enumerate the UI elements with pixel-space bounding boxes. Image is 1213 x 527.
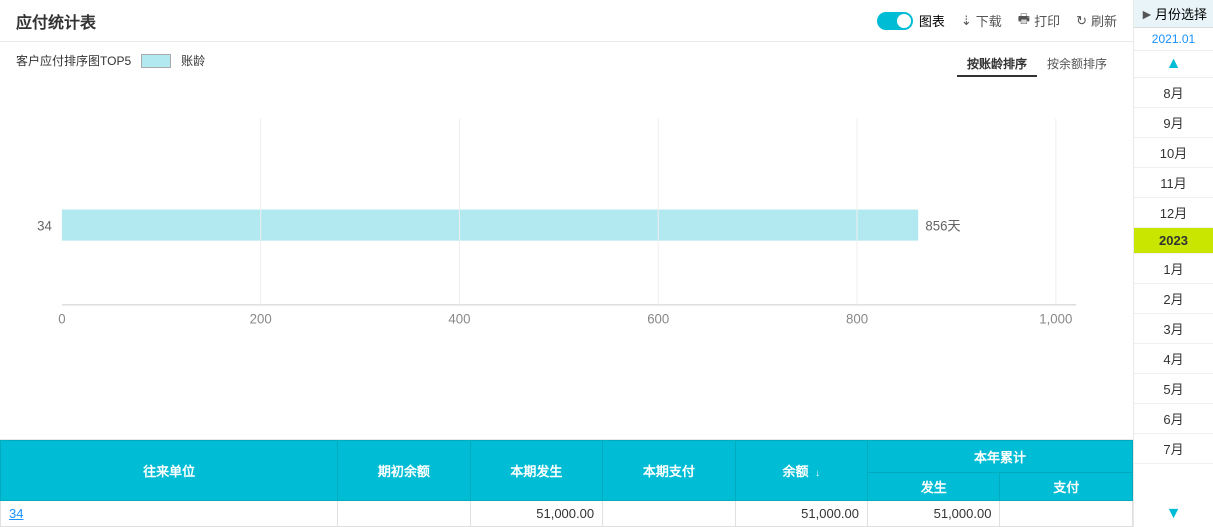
sidebar-month-jun[interactable]: 6月 xyxy=(1134,404,1213,434)
scroll-up-button[interactable]: ▲ xyxy=(1134,51,1213,78)
chart-container: 34 856天 0 200 400 600 800 1,000 xyxy=(16,77,1117,367)
svg-text:1,000: 1,000 xyxy=(1039,311,1072,326)
col-fasheng: 本期发生 xyxy=(470,441,602,501)
cell-zhifu xyxy=(603,501,735,527)
cell-unit[interactable]: 34 xyxy=(1,501,338,527)
print-button[interactable]: 🖶 打印 xyxy=(1018,10,1060,32)
cell-fasheng: 51,000.00 xyxy=(470,501,602,527)
sort-by-balance-button[interactable]: 按余额排序 xyxy=(1037,52,1117,77)
col-zhifu: 本期支付 xyxy=(603,441,735,501)
sidebar-month-feb[interactable]: 2月 xyxy=(1134,284,1213,314)
cell-qichu xyxy=(338,501,470,527)
chart-area: 客户应付排序图TOP5 账龄 按账龄排序 按余额排序 34 856天 0 200… xyxy=(0,42,1133,440)
sidebar-date[interactable]: 2021.01 xyxy=(1134,28,1213,51)
cell-nian-fasheng: 51,000.00 xyxy=(868,501,1000,527)
header: 应付统计表 图表 ⇣ 下载 🖶 打印 ↻ 刷新 xyxy=(0,0,1133,42)
legend-label: 客户应付排序图TOP5 xyxy=(16,52,131,69)
sidebar-month-sep[interactable]: 9月 xyxy=(1134,108,1213,138)
chart-svg: 34 856天 0 200 400 600 800 1,000 xyxy=(16,77,1117,367)
legend-box xyxy=(141,54,171,68)
svg-text:800: 800 xyxy=(846,311,868,326)
page-title: 应付统计表 xyxy=(16,9,96,33)
sidebar-month-apr[interactable]: 4月 xyxy=(1134,344,1213,374)
svg-text:34: 34 xyxy=(37,218,52,233)
stats-table: 往来单位 期初余额 本期发生 本期支付 余额 ↓ 本年累计 发生 支付 xyxy=(0,440,1133,527)
download-icon: ⇣ xyxy=(961,13,972,29)
svg-text:600: 600 xyxy=(647,311,669,326)
sort-icon: ↓ xyxy=(815,468,820,479)
sidebar-month-mar[interactable]: 3月 xyxy=(1134,314,1213,344)
svg-text:200: 200 xyxy=(250,311,272,326)
col-unit: 往来单位 xyxy=(1,441,338,501)
month-list: 8月 9月 10月 11月 12月 2023 1月 2月 3月 4月 5月 6月… xyxy=(1134,78,1213,501)
header-actions: 图表 ⇣ 下载 🖶 打印 ↻ 刷新 xyxy=(877,10,1117,32)
chart-legend: 客户应付排序图TOP5 账龄 xyxy=(16,52,1117,69)
sidebar-year-2023[interactable]: 2023 xyxy=(1134,228,1213,254)
sidebar-title: 月份选择 xyxy=(1155,4,1207,23)
sidebar-month-nov[interactable]: 11月 xyxy=(1134,168,1213,198)
svg-text:400: 400 xyxy=(448,311,470,326)
sidebar-month-jul[interactable]: 7月 xyxy=(1134,434,1213,464)
sidebar-month-may[interactable]: 5月 xyxy=(1134,374,1213,404)
sidebar-header: ► 月份选择 xyxy=(1134,0,1213,28)
col-nian-fasheng: 发生 xyxy=(868,473,1000,501)
download-button[interactable]: ⇣ 下载 xyxy=(961,11,1002,30)
print-icon: 🖶 xyxy=(1018,10,1030,32)
col-yue: 余额 ↓ xyxy=(735,441,867,501)
table-row: 34 51,000.00 51,000.00 51,000.00 xyxy=(1,501,1133,527)
sidebar-month-dec[interactable]: 12月 xyxy=(1134,198,1213,228)
cell-yue: 51,000.00 xyxy=(735,501,867,527)
sidebar-month-aug[interactable]: 8月 xyxy=(1134,78,1213,108)
col-qichu: 期初余额 xyxy=(338,441,470,501)
expand-icon[interactable]: ► xyxy=(1140,6,1154,22)
table-area: 往来单位 期初余额 本期发生 本期支付 余额 ↓ 本年累计 发生 支付 xyxy=(0,440,1133,527)
chart-toggle-label: 图表 xyxy=(919,11,945,30)
chart-toggle-wrap: 图表 xyxy=(877,11,945,30)
svg-text:856天: 856天 xyxy=(925,218,960,233)
refresh-icon: ↻ xyxy=(1076,13,1087,29)
svg-text:0: 0 xyxy=(58,311,65,326)
sort-by-age-button[interactable]: 按账龄排序 xyxy=(957,52,1037,77)
refresh-button[interactable]: ↻ 刷新 xyxy=(1076,11,1117,30)
cell-nian-zhifu xyxy=(1000,501,1133,527)
sidebar-month-oct[interactable]: 10月 xyxy=(1134,138,1213,168)
scroll-down-button[interactable]: ▼ xyxy=(1134,501,1213,527)
col-nian-zhifu: 支付 xyxy=(1000,473,1133,501)
legend-box-label: 账龄 xyxy=(181,52,205,69)
sort-buttons: 按账龄排序 按余额排序 xyxy=(957,52,1117,77)
col-group-nian: 本年累计 xyxy=(868,441,1133,473)
sidebar-month-jan[interactable]: 1月 xyxy=(1134,254,1213,284)
table-wrap: 往来单位 期初余额 本期发生 本期支付 余额 ↓ 本年累计 发生 支付 xyxy=(0,440,1133,527)
chart-toggle[interactable] xyxy=(877,12,913,30)
sidebar: ► 月份选择 2021.01 ▲ 8月 9月 10月 11月 12月 2023 … xyxy=(1133,0,1213,527)
